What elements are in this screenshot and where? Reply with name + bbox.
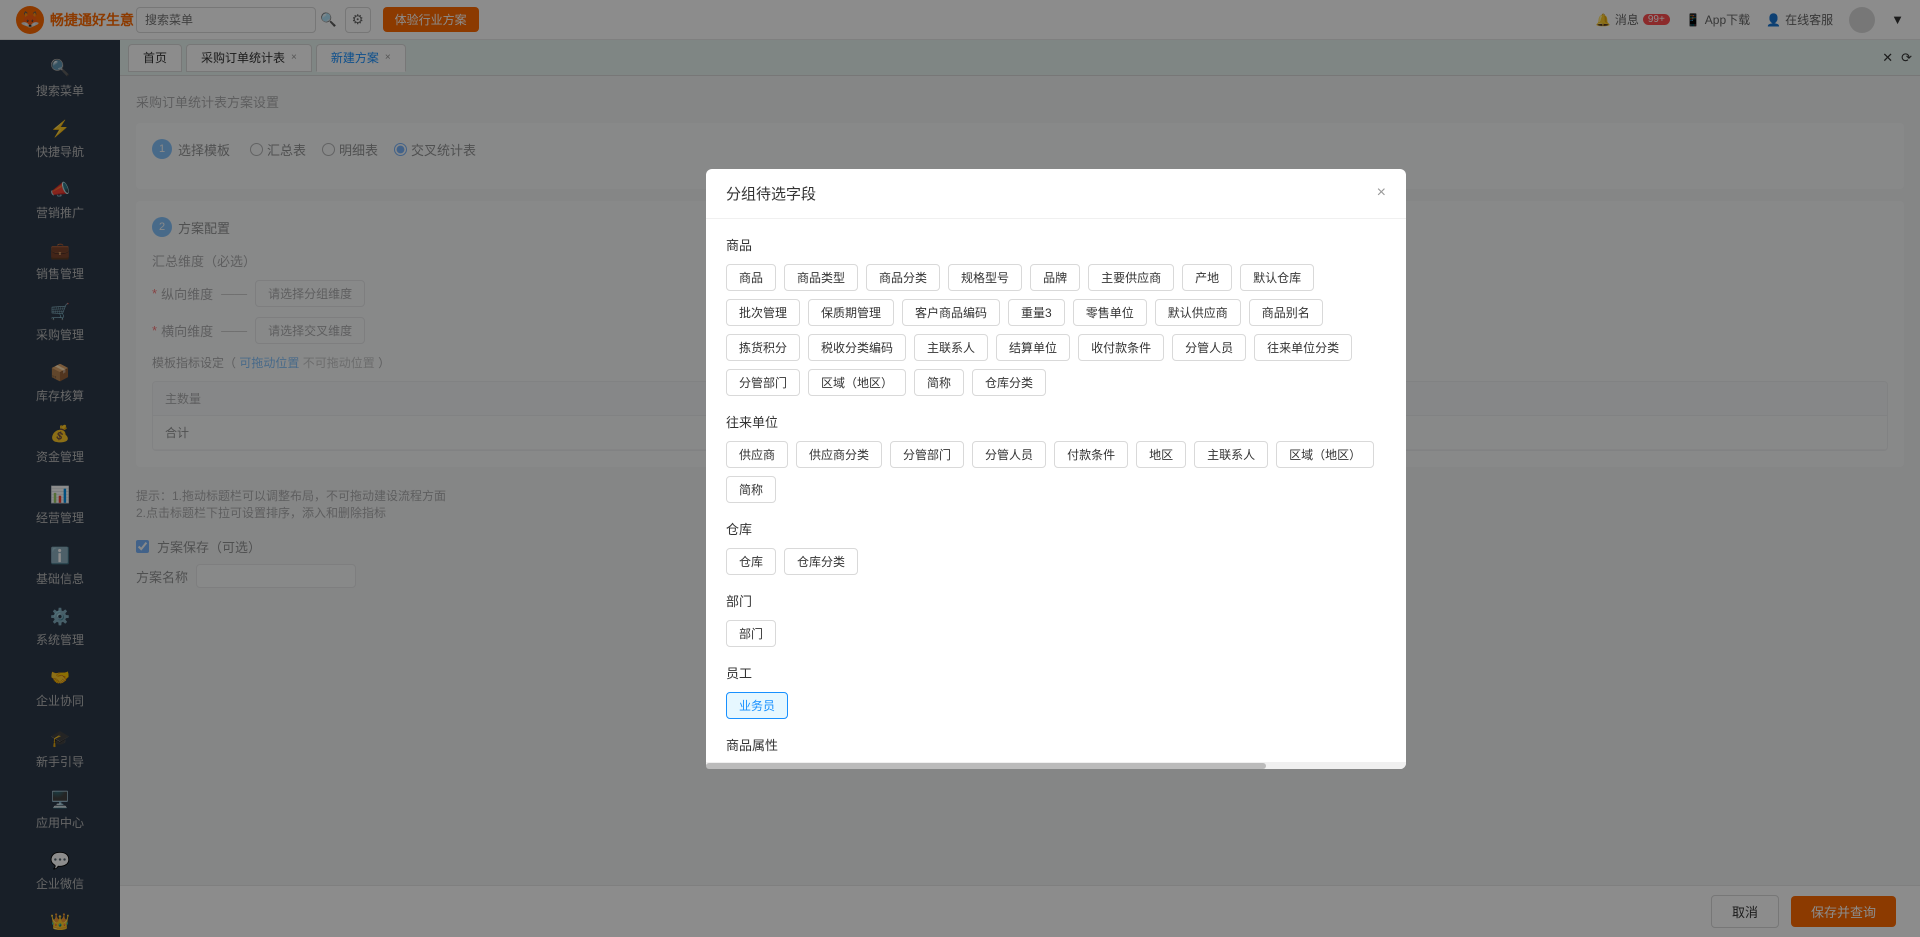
field-tag-warehouse[interactable]: 仓库	[726, 548, 776, 575]
field-tag-goods-alias[interactable]: 商品别名	[1249, 299, 1323, 326]
field-tag-supplier[interactable]: 供应商	[726, 441, 788, 468]
field-tag-brand[interactable]: 品牌	[1030, 264, 1080, 291]
field-tag-main-contact[interactable]: 主联系人	[914, 334, 988, 361]
field-tag-expiry-mgmt[interactable]: 保质期管理	[808, 299, 894, 326]
field-tag-person2[interactable]: 分管人员	[972, 441, 1046, 468]
field-tag-goods[interactable]: 商品	[726, 264, 776, 291]
modal-body[interactable]: 商品 商品 商品类型 商品分类 规格型号 品牌 主要供应商 产地 默认仓库 批次…	[706, 219, 1406, 762]
section-title-employee: 员工	[726, 663, 1386, 682]
section-title-dept: 部门	[726, 591, 1386, 610]
goods-fields: 商品 商品类型 商品分类 规格型号 品牌 主要供应商 产地 默认仓库 批次管理 …	[726, 264, 1386, 396]
field-tag-district[interactable]: 地区	[1136, 441, 1186, 468]
section-title-partner: 往来单位	[726, 412, 1386, 431]
field-tag-warehouse-cat1[interactable]: 仓库分类	[972, 369, 1046, 396]
field-tag-dept[interactable]: 部门	[726, 620, 776, 647]
field-tag-shortname2[interactable]: 简称	[726, 476, 776, 503]
field-tag-default-supplier[interactable]: 默认供应商	[1155, 299, 1241, 326]
field-tag-payment-terms[interactable]: 收付款条件	[1078, 334, 1164, 361]
field-tag-charge-dept[interactable]: 分管部门	[726, 369, 800, 396]
modal-title: 分组待选字段	[726, 183, 816, 204]
partner-fields: 供应商 供应商分类 分管部门 分管人员 付款条件 地区 主联系人 区域（地区） …	[726, 441, 1386, 503]
field-tag-partner-cat[interactable]: 往来单位分类	[1254, 334, 1352, 361]
field-tag-goods-cat[interactable]: 商品分类	[866, 264, 940, 291]
modal-scroll-track[interactable]	[706, 762, 1406, 769]
field-tag-settle-unit[interactable]: 结算单位	[996, 334, 1070, 361]
field-tag-supplier-cat[interactable]: 供应商分类	[796, 441, 882, 468]
field-tag-warehouse-cat[interactable]: 仓库分类	[784, 548, 858, 575]
modal: 分组待选字段 × 商品 商品 商品类型 商品分类 规格型号 品牌 主要供应商 产…	[706, 169, 1406, 769]
field-tag-salesperson[interactable]: 业务员	[726, 692, 788, 719]
section-title-warehouse: 仓库	[726, 519, 1386, 538]
field-tag-spec-model[interactable]: 规格型号	[948, 264, 1022, 291]
field-tag-batch-mgmt[interactable]: 批次管理	[726, 299, 800, 326]
field-tag-main-supplier[interactable]: 主要供应商	[1088, 264, 1174, 291]
section-title-goods: 商品	[726, 235, 1386, 254]
field-tag-dept2[interactable]: 分管部门	[890, 441, 964, 468]
employee-fields: 业务员	[726, 692, 1386, 719]
field-tag-payment-cond[interactable]: 付款条件	[1054, 441, 1128, 468]
modal-scroll-thumb	[706, 763, 1266, 769]
field-tag-retail-unit[interactable]: 零售单位	[1073, 299, 1147, 326]
field-tag-weight3[interactable]: 重量3	[1008, 299, 1065, 326]
field-tag-shortname1[interactable]: 简称	[914, 369, 964, 396]
field-tag-main-contact2[interactable]: 主联系人	[1194, 441, 1268, 468]
modal-header: 分组待选字段 ×	[706, 169, 1406, 219]
field-tag-origin[interactable]: 产地	[1182, 264, 1232, 291]
field-tag-goods-type[interactable]: 商品类型	[784, 264, 858, 291]
modal-close-button[interactable]: ×	[1377, 184, 1386, 202]
field-tag-charge-person[interactable]: 分管人员	[1172, 334, 1246, 361]
field-tag-tax-code[interactable]: 税收分类编码	[808, 334, 906, 361]
field-tag-region1[interactable]: 区域（地区）	[808, 369, 906, 396]
warehouse-fields: 仓库 仓库分类	[726, 548, 1386, 575]
field-tag-pick-score[interactable]: 拣货积分	[726, 334, 800, 361]
dept-fields: 部门	[726, 620, 1386, 647]
field-tag-default-warehouse[interactable]: 默认仓库	[1240, 264, 1314, 291]
field-tag-customer-code[interactable]: 客户商品编码	[902, 299, 1000, 326]
section-title-goods-attr: 商品属性	[726, 735, 1386, 754]
field-tag-region2[interactable]: 区域（地区）	[1276, 441, 1374, 468]
